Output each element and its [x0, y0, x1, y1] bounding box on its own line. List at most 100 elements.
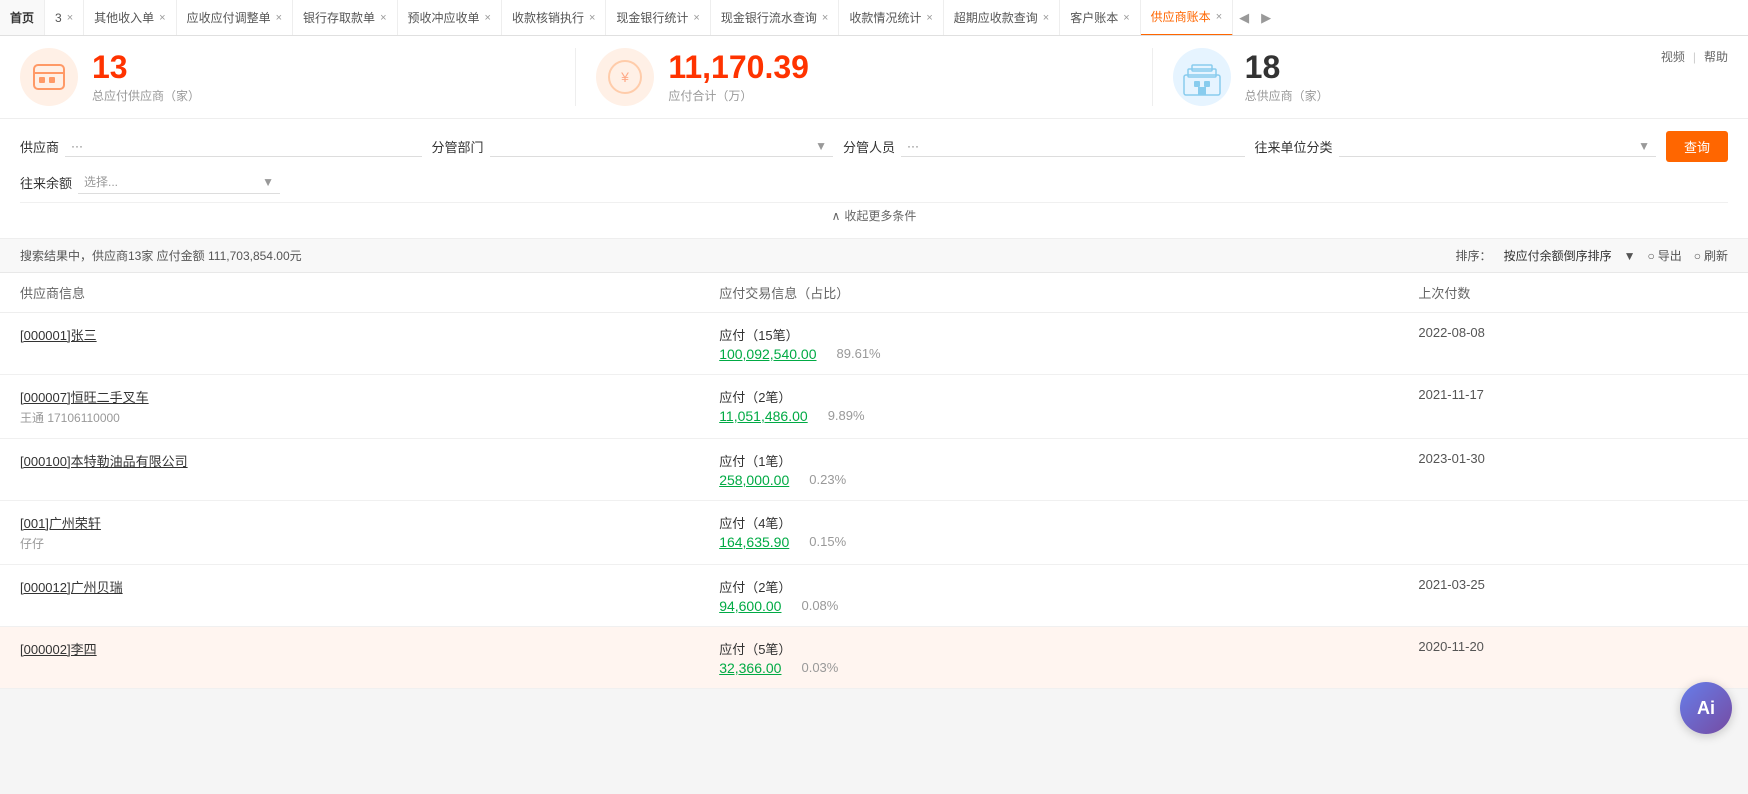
dept-dropdown-arrow: ▼	[815, 139, 827, 153]
supplier-link[interactable]: [000001]张三	[20, 325, 679, 344]
category-filter-label: 往来单位分类	[1255, 137, 1333, 156]
supplier-sub: 王通 17106110000	[20, 409, 679, 426]
nav-tab-ar-ap-adjust[interactable]: 应收应付调整单 ×	[177, 0, 293, 36]
category-filter-select[interactable]: ▼	[1339, 136, 1656, 157]
nav-tab-cash-bank-stats[interactable]: 现金银行统计 ×	[606, 0, 710, 36]
table-header-row: 供应商信息 应付交易信息（占比） 上次付数	[0, 273, 1748, 313]
payable-row: 258,000.00 0.23%	[719, 470, 1378, 488]
close-supplier-ledger[interactable]: ×	[1216, 11, 1222, 23]
results-bar: 搜索结果中，供应商13家 应付金额 111,703,854.00元 排序： 按应…	[0, 239, 1748, 273]
close-other-income[interactable]: ×	[159, 12, 165, 24]
action-divider: |	[1693, 50, 1696, 64]
video-link[interactable]: 视频	[1661, 48, 1685, 65]
person-filter-input[interactable]	[901, 136, 1244, 157]
last-payment-cell: 2021-03-25	[1398, 565, 1748, 627]
nav-tab-3[interactable]: 3 ×	[45, 0, 84, 36]
last-payment-date: 2020-11-20	[1418, 639, 1484, 654]
ai-assistant-bubble[interactable]: Ai	[1680, 682, 1732, 734]
close-ar-ap-adjust[interactable]: ×	[276, 12, 282, 24]
overdue-ar-label: 超期应收款查询	[954, 9, 1038, 26]
balance-dropdown-arrow: ▼	[262, 175, 274, 189]
nav-tab-overdue-ar[interactable]: 超期应收款查询 ×	[944, 0, 1060, 36]
payable-amount[interactable]: 258,000.00	[719, 472, 789, 488]
total-suppliers-info: 18 总供应商（家）	[1245, 51, 1329, 104]
payable-info-cell: 应付（15笔） 100,092,540.00 89.61%	[699, 313, 1398, 375]
filter-row-2: 往来余额 选择... ▼	[20, 170, 1728, 194]
collapse-filter-btn[interactable]: ∧ 收起更多条件	[20, 202, 1728, 228]
nav-tab-home[interactable]: 首页	[0, 0, 45, 36]
last-payment-cell	[1398, 501, 1748, 565]
cash-bank-flow-label: 现金银行流水查询	[721, 9, 817, 26]
close-cash-bank-flow[interactable]: ×	[822, 12, 828, 24]
close-collection-stats[interactable]: ×	[926, 12, 932, 24]
table-row: [000001]张三 应付（15笔） 100,092,540.00 89.61%…	[0, 313, 1748, 375]
person-filter-label: 分管人员	[843, 137, 895, 156]
payable-amount[interactable]: 94,600.00	[719, 598, 781, 614]
export-label: 导出	[1658, 247, 1682, 264]
sort-value[interactable]: 按应付余额倒序排序	[1504, 247, 1612, 264]
dept-filter-select[interactable]: ▼	[490, 136, 833, 157]
close-prepay-receivable[interactable]: ×	[485, 12, 491, 24]
supplier-info-cell: [000007]恒旺二手叉车王通 17106110000	[0, 375, 699, 439]
table-row: [001]广州荣轩仔仔 应付（4笔） 164,635.90 0.15%	[0, 501, 1748, 565]
nav-tab-bank-deposit[interactable]: 银行存取款单 ×	[293, 0, 397, 36]
supplier-info-cell: [000002]李四	[0, 627, 699, 689]
payable-info-cell: 应付（2笔） 11,051,486.00 9.89%	[699, 375, 1398, 439]
payable-amount[interactable]: 164,635.90	[719, 534, 789, 550]
ap-total-info: 11,170.39 应付合计（万）	[668, 51, 809, 104]
refresh-btn[interactable]: ○ 刷新	[1694, 247, 1728, 264]
total-suppliers-count: 18	[1245, 51, 1329, 83]
last-payment-cell: 2021-11-17	[1398, 375, 1748, 439]
nav-tab-collection-stats[interactable]: 收款情况统计 ×	[839, 0, 943, 36]
balance-filter-select[interactable]: 选择... ▼	[78, 170, 280, 194]
close-cash-bank-stats[interactable]: ×	[693, 12, 699, 24]
close-overdue-ar[interactable]: ×	[1043, 12, 1049, 24]
filter-dept: 分管部门 ▼	[432, 136, 834, 157]
supplier-link[interactable]: [000100]本特勒油品有限公司	[20, 451, 679, 470]
filter-row-1: 供应商 分管部门 ▼ 分管人员 往来单位分类 ▼ 查询	[20, 131, 1728, 162]
nav-tab-supplier-ledger[interactable]: 供应商账本 ×	[1141, 0, 1233, 36]
balance-select-placeholder: 选择...	[84, 173, 118, 190]
payable-amount[interactable]: 11,051,486.00	[719, 408, 808, 424]
payable-pct: 0.23%	[809, 472, 846, 487]
help-link[interactable]: 帮助	[1704, 48, 1728, 65]
supplier-link[interactable]: [000012]广州贝瑞	[20, 577, 679, 596]
payable-amount[interactable]: 100,092,540.00	[719, 346, 816, 362]
close-collection-verify[interactable]: ×	[589, 12, 595, 24]
nav-tab-prepay-receivable[interactable]: 预收冲应收单 ×	[398, 0, 502, 36]
nav-tab-other-income[interactable]: 其他收入单 ×	[84, 0, 176, 36]
nav-tab-collection-verify[interactable]: 收款核销执行 ×	[502, 0, 606, 36]
results-summary: 搜索结果中，供应商13家 应付金额 111,703,854.00元	[20, 247, 302, 264]
supplier-filter-input[interactable]	[65, 136, 421, 157]
nav-tab-customer-ledger[interactable]: 客户账本 ×	[1060, 0, 1140, 36]
total-suppliers-icon	[1173, 48, 1231, 106]
payable-amount[interactable]: 32,366.00	[719, 660, 781, 676]
close-customer-ledger[interactable]: ×	[1123, 12, 1129, 24]
table-row: [000012]广州贝瑞 应付（2笔） 94,600.00 0.08% 2021…	[0, 565, 1748, 627]
close-bank-deposit[interactable]: ×	[380, 12, 386, 24]
customer-ledger-label: 客户账本	[1070, 9, 1118, 26]
collapse-label: 收起更多条件	[844, 207, 916, 224]
ap-suppliers-label: 总应付供应商（家）	[92, 87, 200, 104]
supplier-info-cell: [000012]广州贝瑞	[0, 565, 699, 627]
supplier-link[interactable]: [000002]李四	[20, 639, 679, 658]
search-button[interactable]: 查询	[1666, 131, 1728, 162]
supplier-info-cell: [001]广州荣轩仔仔	[0, 501, 699, 565]
export-btn[interactable]: ○ 导出	[1647, 247, 1681, 264]
nav-prev-arrow[interactable]: ◀	[1233, 0, 1255, 36]
close-tab-3[interactable]: ×	[67, 12, 73, 24]
nav-next-arrow[interactable]: ▶	[1255, 0, 1277, 36]
cash-bank-stats-label: 现金银行统计	[616, 9, 688, 26]
payable-label: 应付（15笔）	[719, 325, 1378, 344]
ap-suppliers-info: 13 总应付供应商（家）	[92, 51, 200, 104]
supplier-link[interactable]: [000007]恒旺二手叉车	[20, 387, 679, 406]
supplier-link[interactable]: [001]广州荣轩	[20, 513, 679, 532]
nav-tab-cash-bank-flow[interactable]: 现金银行流水查询 ×	[711, 0, 839, 36]
payable-label: 应付（5笔）	[719, 639, 1378, 658]
total-suppliers-label: 总供应商（家）	[1245, 87, 1329, 104]
payable-pct: 0.08%	[801, 598, 838, 613]
sort-dropdown-arrow[interactable]: ▼	[1624, 249, 1636, 263]
payable-label: 应付（1笔）	[719, 451, 1378, 470]
supplier-ledger-label: 供应商账本	[1151, 8, 1211, 25]
last-payment-date: 2021-11-17	[1418, 387, 1484, 402]
